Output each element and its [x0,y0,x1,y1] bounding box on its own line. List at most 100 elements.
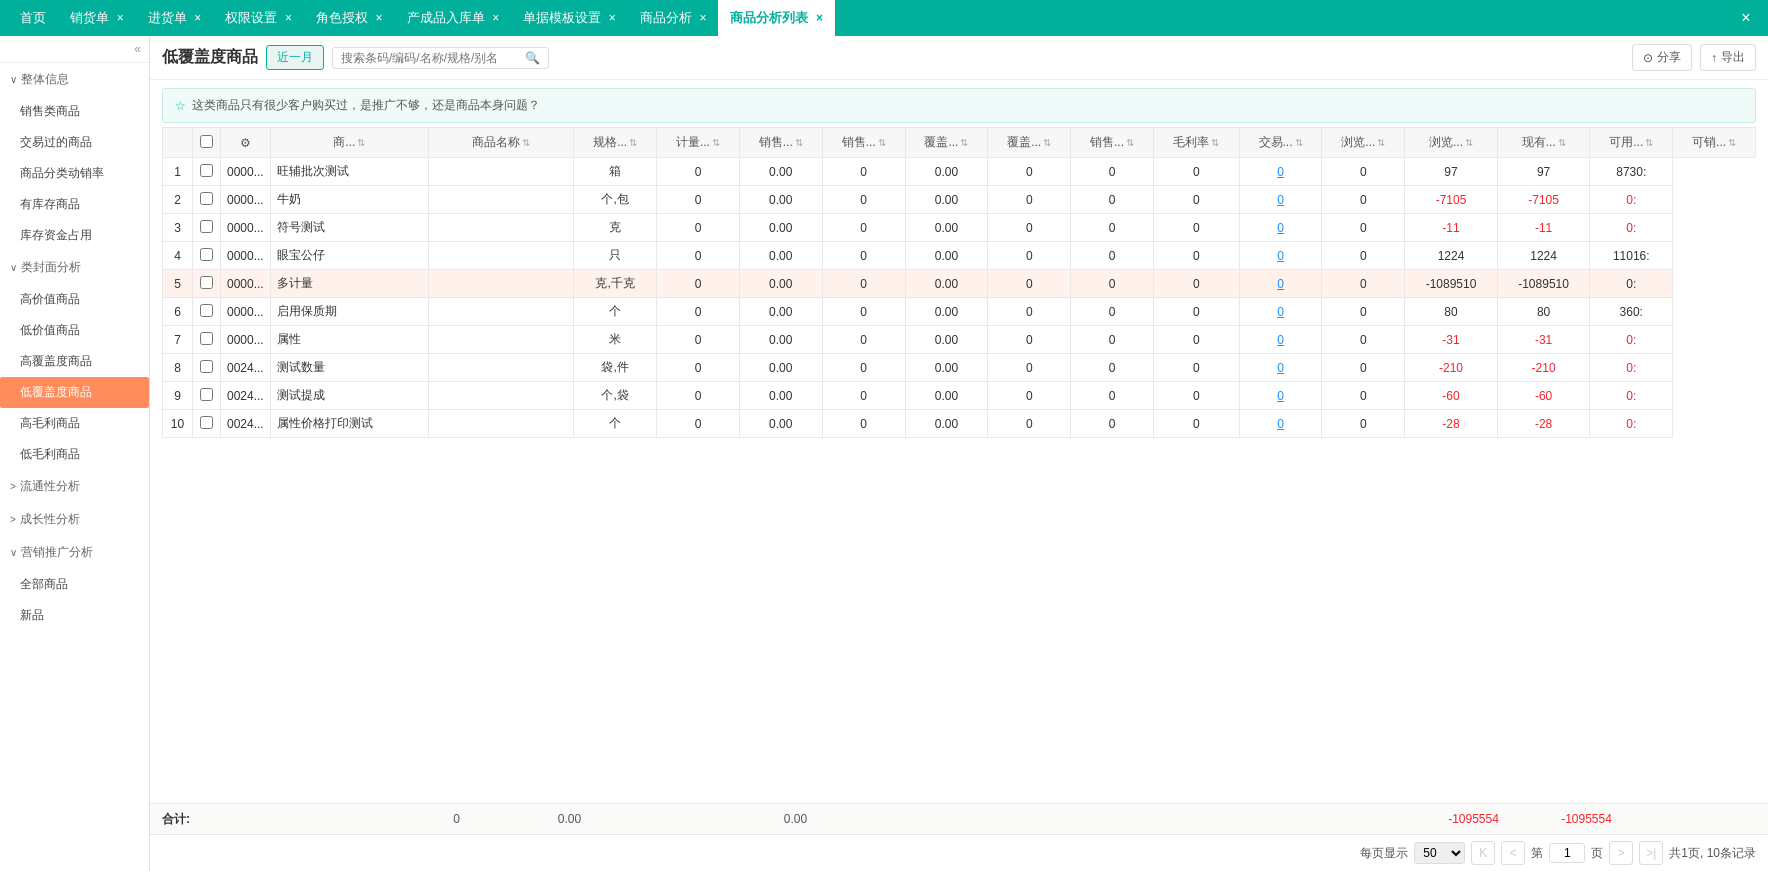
col-browse2[interactable]: 浏览...⇅ [1405,128,1498,158]
sidebar-collapse-button[interactable]: « [0,36,149,63]
col-browse1[interactable]: 浏览...⇅ [1322,128,1405,158]
sidebar-item-high-coverage[interactable]: 高覆盖度商品 [0,346,149,377]
cell-checkbox[interactable] [193,214,221,242]
col-code[interactable]: 商...⇅ [270,128,428,158]
col-gross-margin[interactable]: 毛利率⇅ [1153,128,1239,158]
sidebar-section-growth[interactable]: > 成长性分析 [0,503,149,536]
col-spec[interactable]: 规格...⇅ [574,128,657,158]
search-input[interactable] [341,51,521,65]
cell-coverage1: 0 [822,158,905,186]
sidebar-section-marketing[interactable]: ∨ 营销推广分析 [0,536,149,569]
col-sellable[interactable]: 可销...⇅ [1673,128,1756,158]
sidebar-item-new-products[interactable]: 新品 [0,600,149,631]
cell-browse1[interactable]: 0 [1239,158,1322,186]
col-transaction[interactable]: 交易...⇅ [1239,128,1322,158]
nav-product-entry[interactable]: 产成品入库单 × [395,0,512,36]
cell-coverage2: 0.00 [905,326,988,354]
sidebar-item-high-margin[interactable]: 高毛利商品 [0,408,149,439]
per-page-select[interactable]: 50 10 20 100 [1414,842,1465,864]
col-name[interactable]: 商品名称⇅ [429,128,574,158]
cell-checkbox[interactable] [193,298,221,326]
last-page-button[interactable]: >| [1639,841,1663,865]
cell-code: 0000... [221,326,271,354]
nav-product-analysis-close[interactable]: × [699,11,706,25]
cell-unit: 克,千克 [574,270,657,298]
nav-purchase-close[interactable]: × [194,11,201,25]
cell-checkbox[interactable] [193,158,221,186]
cell-browse1[interactable]: 0 [1239,270,1322,298]
select-all-checkbox[interactable] [200,135,213,148]
sidebar-item-capital-occupation[interactable]: 库存资金占用 [0,220,149,251]
sidebar-item-sales-products[interactable]: 销售类商品 [0,96,149,127]
cell-name: 旺辅批次测试 [270,158,428,186]
col-sales-days[interactable]: 销售...⇅ [1071,128,1154,158]
col-unit[interactable]: 计量...⇅ [657,128,740,158]
cell-browse1[interactable]: 0 [1239,242,1322,270]
sidebar-item-all-products[interactable]: 全部商品 [0,569,149,600]
window-close-button[interactable]: × [1732,4,1760,32]
sidebar-item-traded-products[interactable]: 交易过的商品 [0,127,149,158]
nav-permissions-close[interactable]: × [285,11,292,25]
filter-recent-month-button[interactable]: 近一月 [266,45,324,70]
sidebar-item-in-stock[interactable]: 有库存商品 [0,189,149,220]
col-sales-count[interactable]: 销售...⇅ [739,128,822,158]
col-settings[interactable]: ⚙ [221,128,271,158]
cell-checkbox[interactable] [193,410,221,438]
nav-product-analysis-list[interactable]: 商品分析列表 × [718,0,835,36]
cell-browse1[interactable]: 0 [1239,382,1322,410]
col-current-stock[interactable]: 现有...⇅ [1497,128,1590,158]
next-page-button[interactable]: > [1609,841,1633,865]
prev-page-button[interactable]: < [1501,841,1525,865]
nav-product-analysis-list-close[interactable]: × [816,11,823,25]
cell-code: 0000... [221,242,271,270]
sidebar-item-high-value[interactable]: 高价值商品 [0,284,149,315]
cell-unit: 克 [574,214,657,242]
first-page-button[interactable]: K [1471,841,1495,865]
cell-checkbox[interactable] [193,186,221,214]
cell-checkbox[interactable] [193,242,221,270]
cell-browse1[interactable]: 0 [1239,186,1322,214]
cell-spec [429,326,574,354]
col-sales-amount[interactable]: 销售...⇅ [822,128,905,158]
col-coverage2[interactable]: 覆盖...⇅ [988,128,1071,158]
sidebar-item-low-value[interactable]: 低价值商品 [0,315,149,346]
nav-purchase[interactable]: 进货单 × [136,0,214,36]
nav-home[interactable]: 首页 [8,0,58,36]
col-available[interactable]: 可用...⇅ [1590,128,1673,158]
section-growth-arrow: > [10,514,16,525]
nav-sales-close[interactable]: × [117,11,124,25]
sidebar-item-low-coverage[interactable]: 低覆盖度商品 [0,377,149,408]
cell-browse1[interactable]: 0 [1239,214,1322,242]
nav-template-settings-close[interactable]: × [609,11,616,25]
sidebar-item-low-margin[interactable]: 低毛利商品 [0,439,149,470]
sidebar-item-category-sales-rate[interactable]: 商品分类动销率 [0,158,149,189]
sidebar-section-overall[interactable]: ∨ 整体信息 [0,63,149,96]
export-button[interactable]: ↑ 导出 [1700,44,1756,71]
nav-template-settings[interactable]: 单据模板设置 × [511,0,628,36]
sidebar-section-coverage[interactable]: ∨ 类封面分析 [0,251,149,284]
cell-checkbox[interactable] [193,270,221,298]
cell-browse1[interactable]: 0 [1239,326,1322,354]
nav-product-analysis[interactable]: 商品分析 × [628,0,719,36]
col-coverage1[interactable]: 覆盖...⇅ [905,128,988,158]
page-number-input[interactable] [1549,843,1585,863]
cell-browse1[interactable]: 0 [1239,354,1322,382]
sidebar-section-flow[interactable]: > 流通性分析 [0,470,149,503]
cell-sales-days: 0 [988,410,1071,438]
nav-permissions[interactable]: 权限设置 × [213,0,304,36]
cell-coverage2: 0.00 [905,270,988,298]
cell-sellable: 8730: [1590,158,1673,186]
cell-gross-margin: 0 [1071,186,1154,214]
cell-sales-count: 0 [657,242,740,270]
nav-role-auth-close[interactable]: × [376,11,383,25]
cell-browse1[interactable]: 0 [1239,410,1322,438]
share-button[interactable]: ⊙ 分享 [1632,44,1692,71]
nav-product-entry-close[interactable]: × [492,11,499,25]
cell-checkbox[interactable] [193,354,221,382]
nav-sales[interactable]: 销货单 × [58,0,136,36]
cell-browse1[interactable]: 0 [1239,298,1322,326]
cell-index: 9 [163,382,193,410]
cell-checkbox[interactable] [193,382,221,410]
cell-checkbox[interactable] [193,326,221,354]
nav-role-auth[interactable]: 角色授权 × [304,0,395,36]
